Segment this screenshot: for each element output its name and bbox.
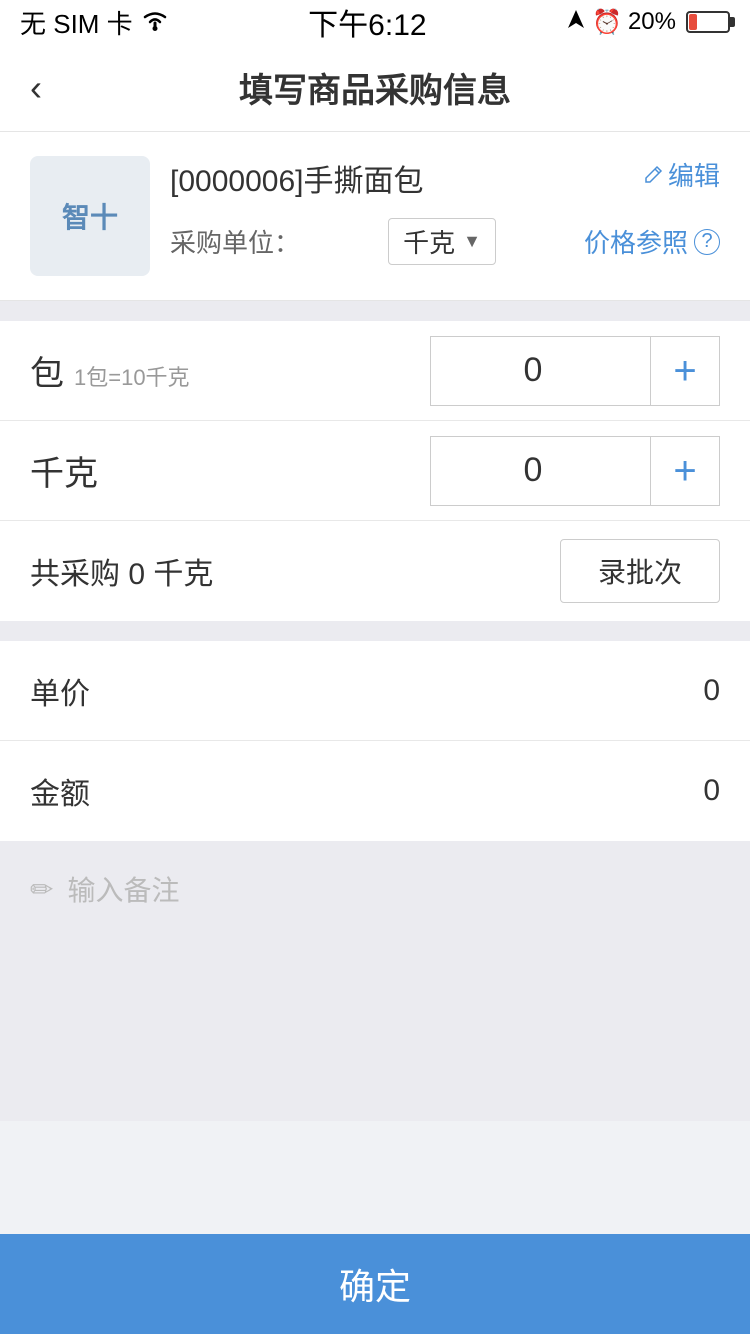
- status-bar-right: ⏰ 20%: [566, 8, 730, 37]
- status-bar-left: 无 SIM 卡: [20, 4, 169, 41]
- bag-input-row: 包 1包=10千克 +: [0, 321, 750, 421]
- status-bar: 无 SIM 卡 下午6:12 ⏰ 20%: [0, 0, 750, 44]
- product-name: [0000006]手撕面包: [170, 156, 642, 200]
- page-title: 填写商品采购信息: [239, 63, 511, 112]
- back-button[interactable]: ‹: [30, 57, 52, 119]
- bag-quantity-input[interactable]: [430, 336, 650, 406]
- remark-placeholder: 输入备注: [67, 869, 179, 909]
- info-section: 单价 0 金额 0: [0, 641, 750, 841]
- pencil-icon: ✏: [30, 873, 53, 906]
- kg-quantity-input[interactable]: [430, 436, 650, 506]
- amount-value: 0: [703, 774, 720, 808]
- location-icon: [566, 8, 586, 37]
- kg-input-row: 千克 +: [0, 421, 750, 521]
- summary-total: 共采购 0 千克: [30, 549, 213, 593]
- edit-button[interactable]: 编辑: [642, 156, 720, 193]
- bag-plus-button[interactable]: +: [650, 336, 720, 406]
- kg-plus-button[interactable]: +: [650, 436, 720, 506]
- remark-section[interactable]: ✏ 输入备注: [0, 841, 750, 1121]
- amount-label: 金额: [30, 769, 90, 813]
- unit-price-label: 单价: [30, 669, 90, 713]
- nav-bar: ‹ 填写商品采购信息: [0, 44, 750, 132]
- unit-price-row: 单价 0: [0, 641, 750, 741]
- amount-row: 金额 0: [0, 741, 750, 841]
- product-info: [0000006]手撕面包 编辑 采购单位： 千克 ▼ 价格参照 ?: [170, 156, 720, 265]
- input-section: 包 1包=10千克 + 千克 + 共采购 0 千克 录批次: [0, 321, 750, 621]
- dropdown-arrow-icon: ▼: [463, 231, 481, 252]
- unit-label: 采购单位：: [170, 223, 300, 260]
- bag-label: 包: [30, 346, 64, 395]
- product-thumbnail: 智十: [30, 156, 150, 276]
- footer-area: 确定: [0, 1234, 750, 1334]
- unit-selector[interactable]: 千克 ▼: [388, 218, 496, 265]
- carrier-label: 无 SIM 卡: [20, 4, 133, 41]
- battery-icon: [686, 11, 730, 33]
- section-divider-2: [0, 621, 750, 641]
- record-batch-button[interactable]: 录批次: [560, 539, 720, 603]
- time-label: 下午6:12: [308, 0, 426, 44]
- product-card: 智十 [0000006]手撕面包 编辑 采购单位： 千克 ▼: [0, 132, 750, 301]
- kg-label: 千克: [30, 446, 98, 495]
- summary-row: 共采购 0 千克 录批次: [0, 521, 750, 621]
- bag-sub-label: 1包=10千克: [74, 360, 190, 392]
- section-divider-1: [0, 301, 750, 321]
- unit-price-value: 0: [703, 674, 720, 708]
- battery-percent: 20%: [628, 8, 676, 36]
- price-reference-button[interactable]: 价格参照 ?: [584, 223, 720, 260]
- alarm-icon: ⏰: [592, 8, 622, 37]
- confirm-button[interactable]: 确定: [0, 1234, 750, 1334]
- help-icon: ?: [694, 229, 720, 255]
- wifi-icon: [141, 7, 169, 38]
